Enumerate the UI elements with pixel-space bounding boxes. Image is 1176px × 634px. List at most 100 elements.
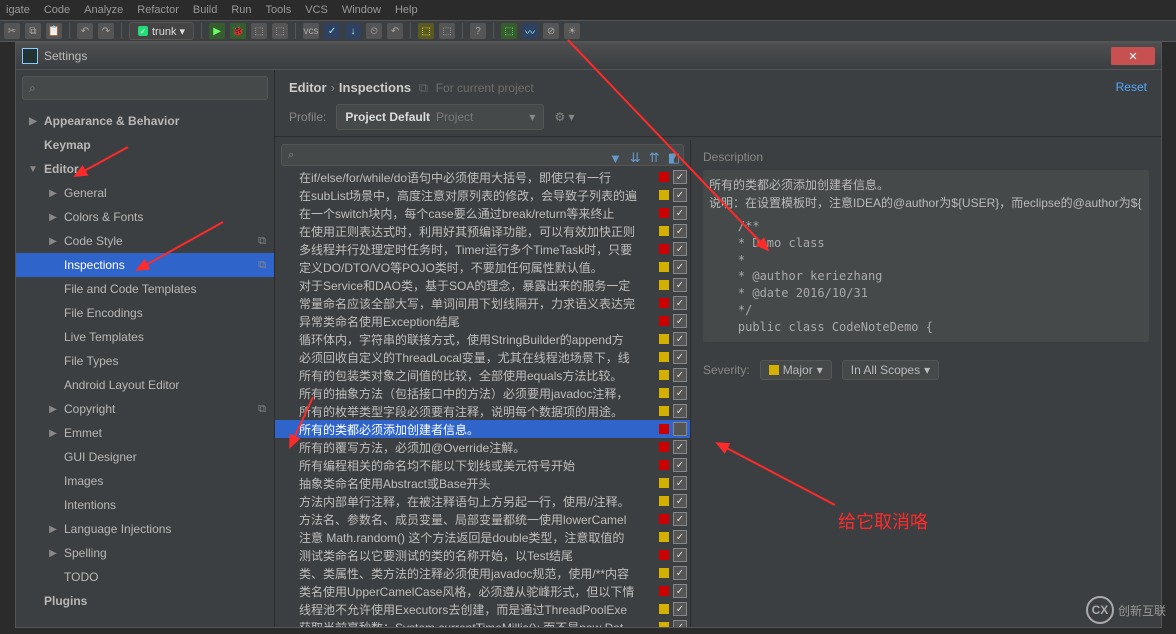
- inspection-checkbox[interactable]: ✓: [673, 206, 687, 220]
- menu-build[interactable]: Build: [193, 4, 217, 16]
- menu-help[interactable]: Help: [395, 4, 418, 16]
- inspection-checkbox[interactable]: ✓: [673, 278, 687, 292]
- vcs-icon[interactable]: vcs: [303, 23, 319, 39]
- menu-igate[interactable]: igate: [6, 4, 30, 16]
- inspection-checkbox[interactable]: ✓: [673, 620, 687, 627]
- inspection-item[interactable]: 所有编程相关的命名均不能以下划线或美元符号开始✓: [275, 456, 690, 474]
- sidebar-item-images[interactable]: Images: [16, 469, 274, 493]
- sidebar-item-general[interactable]: ▶General: [16, 181, 274, 205]
- inspection-item[interactable]: 注意 Math.random() 这个方法返回是double类型，注意取值的✓: [275, 528, 690, 546]
- inspection-item[interactable]: 线程池不允许使用Executors去创建，而是通过ThreadPoolExe✓: [275, 600, 690, 618]
- menu-refactor[interactable]: Refactor: [137, 4, 179, 16]
- inspection-item[interactable]: 多线程并行处理定时任务时，Timer运行多个TimeTask时，只要✓: [275, 240, 690, 258]
- sidebar-search[interactable]: ⌕: [22, 76, 268, 100]
- scope-select[interactable]: In All Scopes ▾: [842, 360, 939, 380]
- inspection-checkbox[interactable]: ✓: [673, 602, 687, 616]
- sidebar-item-editor[interactable]: ▼Editor: [16, 157, 274, 181]
- inspection-checkbox[interactable]: ✓: [673, 224, 687, 238]
- inspection-item[interactable]: 所有的抽象方法（包括接口中的方法）必须要用javadoc注释，✓: [275, 384, 690, 402]
- tool-icon[interactable]: ⊘: [543, 23, 559, 39]
- inspection-item[interactable]: 所有的枚举类型字段必须要有注释，说明每个数据项的用途。✓: [275, 402, 690, 420]
- inspection-item[interactable]: 定义DO/DTO/VO等POJO类时，不要加任何属性默认值。✓: [275, 258, 690, 276]
- close-button[interactable]: ✕: [1111, 47, 1155, 65]
- tool-icon[interactable]: 〰: [522, 23, 538, 39]
- inspection-item[interactable]: 对于Service和DAO类，基于SOA的理念，暴露出来的服务一定✓: [275, 276, 690, 294]
- undo-icon[interactable]: ↶: [77, 23, 93, 39]
- inspection-checkbox[interactable]: ✓: [673, 512, 687, 526]
- inspection-item[interactable]: 在使用正则表达式时，利用好其预编译功能，可以有效加快正则✓: [275, 222, 690, 240]
- tool-icon[interactable]: ☀: [564, 23, 580, 39]
- inspection-item[interactable]: 常量命名应该全部大写，单词间用下划线隔开，力求语义表达完✓: [275, 294, 690, 312]
- inspection-checkbox[interactable]: ✓: [673, 476, 687, 490]
- inspection-item[interactable]: 所有的类都必须添加创建者信息。: [275, 420, 690, 438]
- inspection-item[interactable]: 在subList场景中，高度注意对原列表的修改，会导致子列表的遍✓: [275, 186, 690, 204]
- menu-analyze[interactable]: Analyze: [84, 4, 123, 16]
- filter-icon[interactable]: ▼: [609, 151, 622, 166]
- sidebar-item-keymap[interactable]: Keymap: [16, 133, 274, 157]
- inspection-checkbox[interactable]: ✓: [673, 332, 687, 346]
- sidebar-item-code-style[interactable]: ▶Code Style⧉: [16, 229, 274, 253]
- sidebar-item-language-injections[interactable]: ▶Language Injections: [16, 517, 274, 541]
- inspection-checkbox[interactable]: ✓: [673, 350, 687, 364]
- inspection-item[interactable]: 必须回收自定义的ThreadLocal变量，尤其在线程池场景下，线✓: [275, 348, 690, 366]
- revert-icon[interactable]: ↶: [387, 23, 403, 39]
- inspection-item[interactable]: 所有的覆写方法，必须加@Override注解。✓: [275, 438, 690, 456]
- inspection-item[interactable]: 异常类命名使用Exception结尾✓: [275, 312, 690, 330]
- menu-code[interactable]: Code: [44, 4, 70, 16]
- inspection-list[interactable]: 在if/else/for/while/do语句中必须使用大括号，即使只有一行✓在…: [275, 168, 690, 627]
- tool-icon[interactable]: ⬚: [272, 23, 288, 39]
- inspection-checkbox[interactable]: ✓: [673, 584, 687, 598]
- inspection-item[interactable]: 所有的包装类对象之间值的比较，全部使用equals方法比较。✓: [275, 366, 690, 384]
- severity-select[interactable]: Major ▾: [760, 360, 832, 380]
- sidebar-item-gui-designer[interactable]: GUI Designer: [16, 445, 274, 469]
- branch-selector[interactable]: trunk ▾: [129, 22, 194, 40]
- inspection-item[interactable]: 在if/else/for/while/do语句中必须使用大括号，即使只有一行✓: [275, 168, 690, 186]
- profile-selector[interactable]: Profile: Project Default Project ▾ ⚙ ▾: [289, 104, 1147, 130]
- inspection-checkbox[interactable]: ✓: [673, 404, 687, 418]
- sidebar-item-file-types[interactable]: File Types: [16, 349, 274, 373]
- inspection-item[interactable]: 测试类命名以它要测试的类的名称开始，以Test结尾✓: [275, 546, 690, 564]
- inspection-item[interactable]: 方法内部单行注释，在被注释语句上方另起一行，使用//注释。✓: [275, 492, 690, 510]
- menu-tools[interactable]: Tools: [266, 4, 292, 16]
- menu-window[interactable]: Window: [342, 4, 381, 16]
- inspection-checkbox[interactable]: ✓: [673, 386, 687, 400]
- eraser-icon[interactable]: ◧: [668, 150, 680, 166]
- collapse-icon[interactable]: ⇈: [649, 150, 660, 166]
- settings-tree[interactable]: ▶Appearance & BehaviorKeymap▼Editor▶Gene…: [16, 106, 274, 627]
- tool-icon[interactable]: ⬚: [501, 23, 517, 39]
- sidebar-item-colors-fonts[interactable]: ▶Colors & Fonts: [16, 205, 274, 229]
- sidebar-item-file-and-code-templates[interactable]: File and Code Templates: [16, 277, 274, 301]
- sidebar-item-live-templates[interactable]: Live Templates: [16, 325, 274, 349]
- menu-run[interactable]: Run: [231, 4, 251, 16]
- inspection-checkbox[interactable]: ✓: [673, 548, 687, 562]
- inspection-checkbox[interactable]: ✓: [673, 296, 687, 310]
- sidebar-item-copyright[interactable]: ▶Copyright⧉: [16, 397, 274, 421]
- history-icon[interactable]: ⏲: [366, 23, 382, 39]
- tool-icon[interactable]: ⬚: [251, 23, 267, 39]
- expand-icon[interactable]: ⇊: [630, 150, 641, 166]
- sidebar-item-emmet[interactable]: ▶Emmet: [16, 421, 274, 445]
- filter-toolbar[interactable]: ▼ ⇊ ⇈ ◧: [275, 148, 690, 168]
- inspection-item[interactable]: 方法名、参数名、成员变量、局部变量都统一使用lowerCamel✓: [275, 510, 690, 528]
- tool-icon[interactable]: ?: [470, 23, 486, 39]
- inspection-item[interactable]: 类名使用UpperCamelCase风格，必须遵从驼峰形式，但以下情✓: [275, 582, 690, 600]
- sidebar-item-inspections[interactable]: Inspections⧉: [16, 253, 274, 277]
- commit-icon[interactable]: ✓: [324, 23, 340, 39]
- inspection-checkbox[interactable]: ✓: [673, 242, 687, 256]
- inspection-checkbox[interactable]: ✓: [673, 566, 687, 580]
- inspection-checkbox[interactable]: ✓: [673, 368, 687, 382]
- inspection-checkbox[interactable]: ✓: [673, 494, 687, 508]
- sidebar-item-plugins[interactable]: Plugins: [16, 589, 274, 613]
- inspection-item[interactable]: 获取当前毫秒数：System.currentTimeMillis(); 而不是n…: [275, 618, 690, 627]
- reset-link[interactable]: Reset: [1116, 80, 1147, 94]
- inspection-checkbox[interactable]: ✓: [673, 530, 687, 544]
- sidebar-item-intentions[interactable]: Intentions: [16, 493, 274, 517]
- inspection-item[interactable]: 类、类属性、类方法的注释必须使用javadoc规范，使用/**内容✓: [275, 564, 690, 582]
- inspection-checkbox[interactable]: ✓: [673, 314, 687, 328]
- sidebar-item-file-encodings[interactable]: File Encodings: [16, 301, 274, 325]
- tool-icon[interactable]: ⬚: [439, 23, 455, 39]
- redo-icon[interactable]: ↷: [98, 23, 114, 39]
- inspection-checkbox[interactable]: ✓: [673, 188, 687, 202]
- copy-icon[interactable]: ⧉: [25, 23, 41, 39]
- run-icon[interactable]: ▶: [209, 23, 225, 39]
